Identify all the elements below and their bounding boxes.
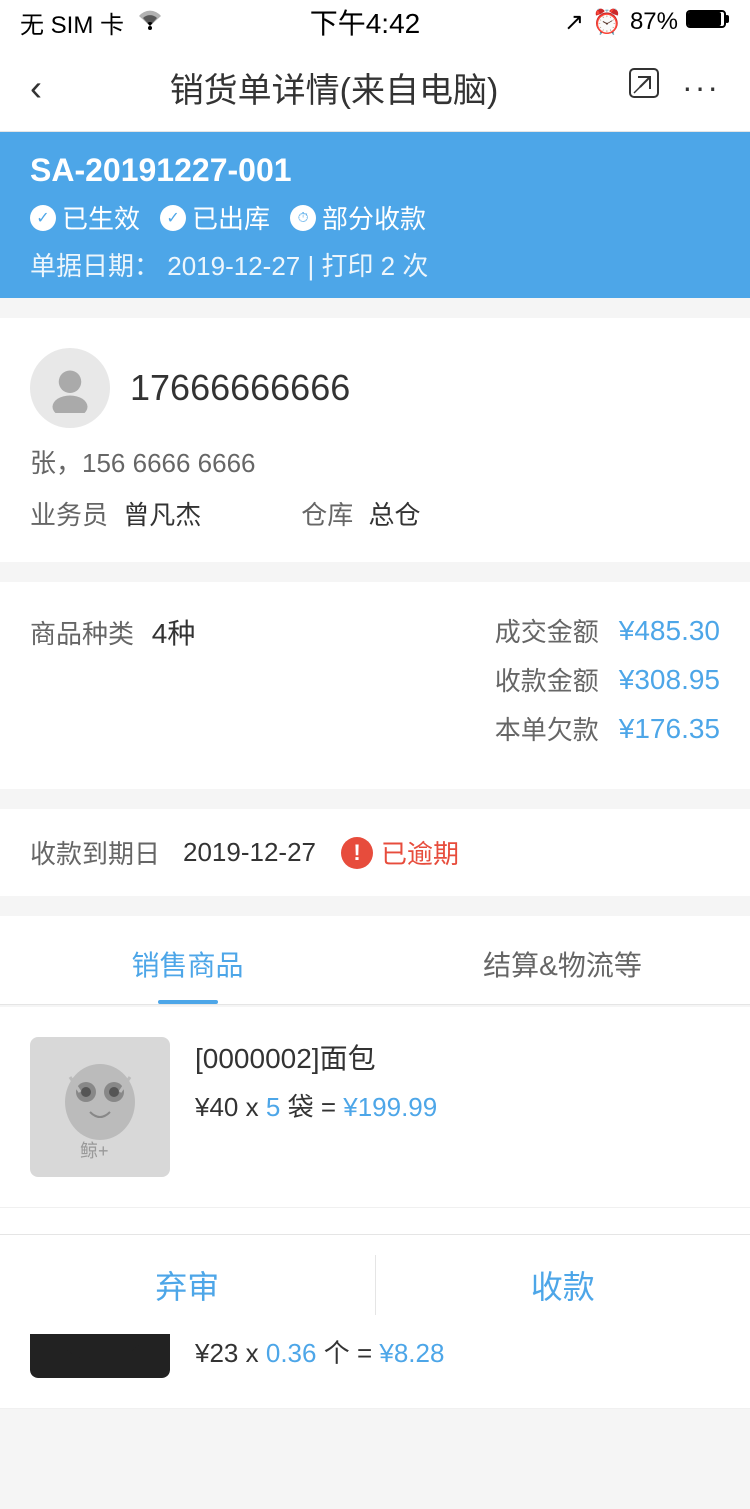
- customer-meta: 业务员 曾凡杰 仓库 总仓: [30, 495, 720, 532]
- salesman-value: 曾凡杰: [123, 500, 201, 530]
- clock-icon: ⏱: [290, 205, 316, 231]
- nav-actions: ···: [626, 65, 720, 110]
- customer-phone: 17666666666: [130, 367, 350, 409]
- summary-right: 成交金额 ¥485.30 收款金额 ¥308.95 本单欠款 ¥176.35: [495, 612, 720, 759]
- received-label: 收款金额: [495, 661, 599, 698]
- warehouse-value: 总仓: [369, 500, 421, 530]
- customer-section: 17666666666 张，156 6666 6666 业务员 曾凡杰 仓库 总…: [0, 318, 750, 562]
- overdue-icon: !: [341, 837, 373, 869]
- summary-section: 商品种类 4种 成交金额 ¥485.30 收款金额 ¥308.95 本单欠款 ¥…: [0, 582, 750, 789]
- customer-row: 17666666666: [30, 348, 720, 428]
- warehouse-info: 仓库 总仓: [301, 495, 420, 532]
- salesman-info: 业务员 曾凡杰: [30, 495, 201, 532]
- check-icon-shipped: ✓: [160, 205, 186, 231]
- battery-level: 87%: [630, 8, 678, 36]
- product-info-1: [0000002]面包 ¥40 x 5 袋 = ¥199.99: [195, 1037, 720, 1124]
- arrears-label: 本单欠款: [495, 710, 599, 747]
- battery-icon: [686, 8, 730, 37]
- wifi-icon: [134, 8, 166, 37]
- warehouse-label: 仓库: [301, 500, 353, 530]
- check-icon-active: ✓: [30, 205, 56, 231]
- status-bar: 无 SIM 卡 下午4:42 ↗ ⏰ 87%: [0, 0, 750, 44]
- due-date-section: 收款到期日 2019-12-27 ! 已逾期: [0, 809, 750, 896]
- share-icon[interactable]: [626, 65, 662, 110]
- customer-name-phone: 张，156 6666 6666: [30, 443, 720, 480]
- status-tag-partial: ⏱ 部分收款: [290, 199, 426, 236]
- tabs-section: 销售商品 结算&物流等: [0, 916, 750, 1005]
- product-item: 鲸+ [0000002]面包 ¥40 x 5 袋 = ¥199.99: [0, 1007, 750, 1208]
- amount-value: ¥485.30: [619, 615, 720, 647]
- product-total-1: ¥199.99: [343, 1092, 437, 1122]
- product-thumb-1: 鲸+: [30, 1037, 170, 1177]
- svg-text:鲸+: 鲸+: [80, 1141, 109, 1161]
- status-time: 下午4:42: [310, 2, 421, 42]
- overdue-text: 已逾期: [381, 834, 459, 871]
- bottom-bar: 弃审 收款: [0, 1234, 750, 1334]
- product-type-value: 4种: [152, 618, 196, 649]
- amount-label: 成交金额: [495, 612, 599, 649]
- salesman-label: 业务员: [30, 500, 108, 530]
- more-icon[interactable]: ···: [682, 69, 720, 106]
- status-left: 无 SIM 卡: [20, 5, 166, 40]
- product-price-1: ¥40 x 5 袋 = ¥199.99: [195, 1087, 720, 1124]
- product-total-2: ¥8.28: [379, 1338, 444, 1368]
- header-banner: SA-20191227-001 ✓ 已生效 ✓ 已出库 ⏱ 部分收款 单据日期：…: [0, 132, 750, 298]
- product-type-label: 商品种类: [30, 619, 134, 649]
- arrears-value: ¥176.35: [619, 713, 720, 745]
- tabs-row: 销售商品 结算&物流等: [0, 916, 750, 1004]
- header-date: 单据日期： 2019-12-27 | 打印 2 次: [30, 246, 720, 283]
- tab-products[interactable]: 销售商品: [0, 916, 375, 1004]
- location-icon: ↗: [564, 8, 584, 37]
- status-right: ↗ ⏰ 87%: [564, 8, 730, 37]
- status-tag-active: ✓ 已生效: [30, 199, 140, 236]
- nav-bar: ‹ 销货单详情(来自电脑) ···: [0, 44, 750, 132]
- product-qty-1: 5: [266, 1092, 280, 1122]
- received-row: 收款金额 ¥308.95: [495, 661, 720, 698]
- no-sim-label: 无 SIM 卡: [20, 5, 124, 40]
- order-id: SA-20191227-001: [30, 152, 720, 189]
- tab-settlement[interactable]: 结算&物流等: [375, 916, 750, 1004]
- back-button[interactable]: ‹: [30, 67, 42, 109]
- avatar: [30, 348, 110, 428]
- summary-left: 商品种类 4种: [30, 612, 195, 652]
- confirm-button[interactable]: 收款: [376, 1235, 750, 1334]
- alarm-icon: ⏰: [592, 8, 622, 37]
- arrears-row: 本单欠款 ¥176.35: [495, 710, 720, 747]
- page-title: 销货单详情(来自电脑): [170, 63, 499, 112]
- product-name-1: [0000002]面包: [195, 1037, 720, 1077]
- cancel-button[interactable]: 弃审: [0, 1235, 375, 1334]
- status-tag-shipped: ✓ 已出库: [160, 199, 270, 236]
- overdue-badge: ! 已逾期: [341, 834, 459, 871]
- due-date-value: 2019-12-27: [183, 837, 316, 868]
- due-label: 收款到期日: [30, 834, 160, 871]
- product-qty-2: 0.36: [266, 1338, 317, 1368]
- header-tags: ✓ 已生效 ✓ 已出库 ⏱ 部分收款: [30, 199, 720, 236]
- amount-row: 成交金额 ¥485.30: [495, 612, 720, 649]
- product-list: 鲸+ [0000002]面包 ¥40 x 5 袋 = ¥199.99: [0, 1007, 750, 1409]
- product-price-2: ¥23 x 0.36 个 = ¥8.28: [195, 1333, 720, 1370]
- received-value: ¥308.95: [619, 664, 720, 696]
